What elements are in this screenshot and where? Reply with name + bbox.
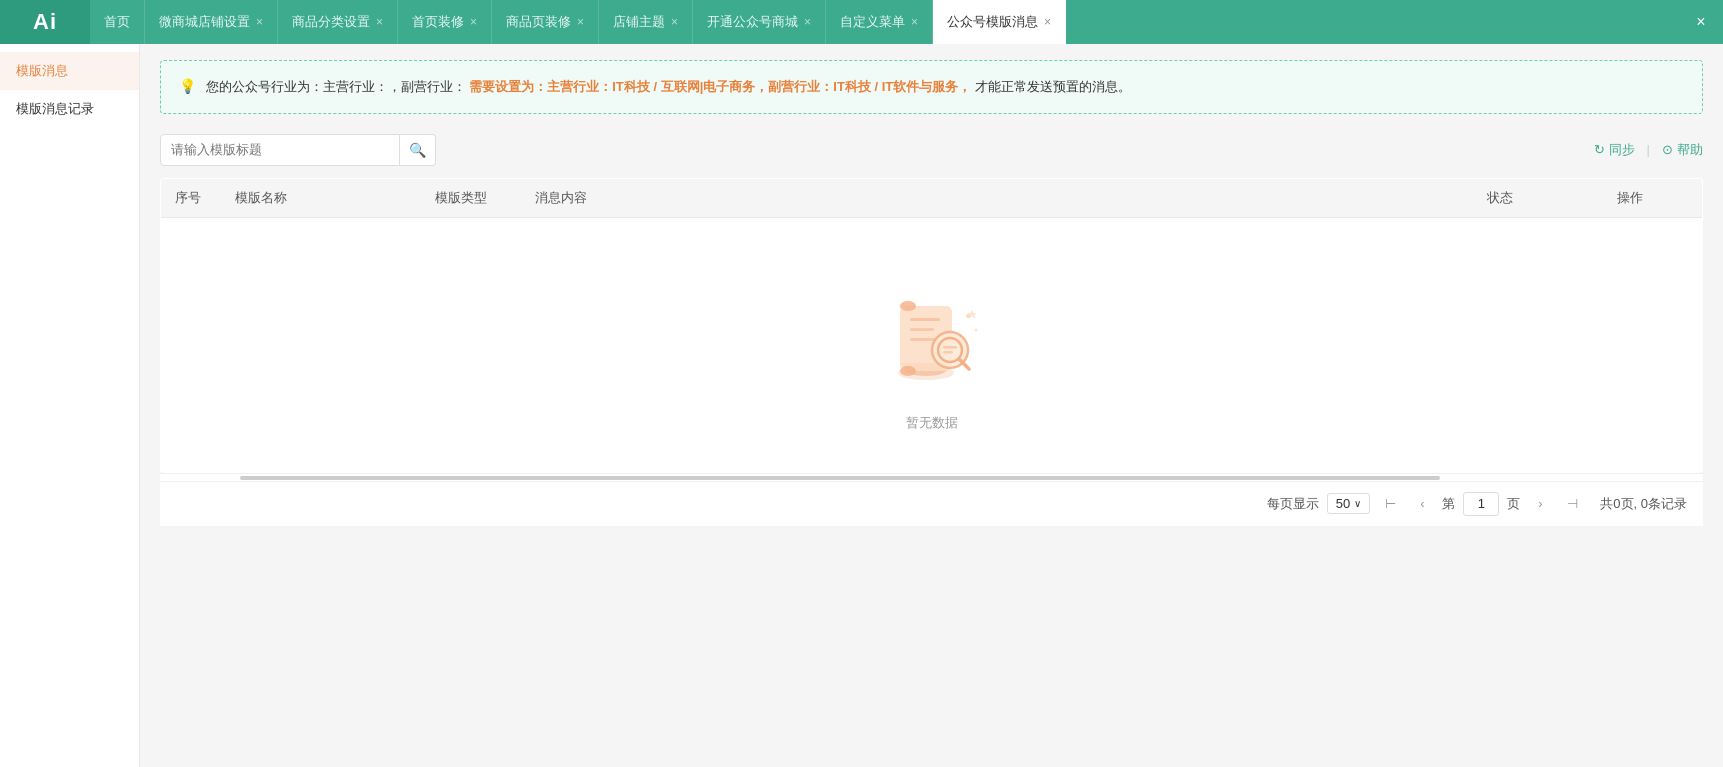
svg-rect-6 bbox=[910, 338, 936, 341]
table-header-row: 序号模版名称模版类型消息内容状态操作 bbox=[161, 178, 1703, 217]
sidebar-item-template-record[interactable]: 模版消息记录 bbox=[0, 90, 139, 128]
tab-close-open-mall[interactable]: × bbox=[804, 15, 811, 29]
search-button[interactable]: 🔍 bbox=[400, 134, 436, 166]
tab-close-micro-shop[interactable]: × bbox=[256, 15, 263, 29]
svg-rect-11 bbox=[943, 351, 953, 354]
next-page-button[interactable]: › bbox=[1528, 492, 1552, 516]
page-size-label: 每页显示 bbox=[1267, 495, 1319, 513]
empty-state: 暂无数据 bbox=[161, 218, 1702, 472]
last-page-button[interactable]: ⊣ bbox=[1560, 492, 1584, 516]
tab-open-mall[interactable]: 开通公众号商城× bbox=[693, 0, 826, 44]
page-di-label: 第 bbox=[1442, 495, 1455, 513]
first-page-button[interactable]: ⊢ bbox=[1378, 492, 1402, 516]
table-empty-row: 暂无数据 bbox=[161, 217, 1703, 472]
tab-close-product-decoration[interactable]: × bbox=[577, 15, 584, 29]
table-body: 暂无数据 bbox=[161, 217, 1703, 472]
table-col-index: 序号 bbox=[161, 178, 221, 217]
page-size-select[interactable]: 50 ∨ bbox=[1327, 493, 1370, 514]
notice-text-prefix: 您的公众号行业为：主营行业：，副营行业： bbox=[206, 79, 466, 94]
data-table: 序号模版名称模版类型消息内容状态操作 bbox=[160, 178, 1703, 473]
tab-product-decoration[interactable]: 商品页装修× bbox=[492, 0, 599, 44]
sync-icon: ↻ bbox=[1594, 142, 1605, 157]
search-icon: 🔍 bbox=[409, 142, 426, 158]
sidebar: 模版消息模版消息记录 bbox=[0, 44, 140, 767]
table-col-type: 模版类型 bbox=[421, 178, 521, 217]
svg-rect-10 bbox=[943, 346, 957, 349]
svg-point-2 bbox=[900, 301, 916, 311]
tab-custom-menu[interactable]: 自定义菜单× bbox=[826, 0, 933, 44]
app-logo: Ai bbox=[0, 0, 90, 44]
table-col-name: 模版名称 bbox=[221, 178, 421, 217]
content-area: 💡 您的公众号行业为：主营行业：，副营行业： 需要设置为：主营行业：IT科技 /… bbox=[140, 44, 1723, 767]
empty-text: 暂无数据 bbox=[906, 414, 958, 432]
tab-template-message[interactable]: 公众号模版消息× bbox=[933, 0, 1066, 44]
main-layout: 模版消息模版消息记录 💡 您的公众号行业为：主营行业：，副营行业： 需要设置为：… bbox=[0, 44, 1723, 767]
page-size-value: 50 bbox=[1336, 496, 1350, 511]
divider: | bbox=[1647, 142, 1650, 157]
search-bar: 🔍 ↻ 同步 | ⊙ 帮助 bbox=[160, 134, 1703, 166]
tab-close-template-message[interactable]: × bbox=[1044, 15, 1051, 29]
help-icon: ⊙ bbox=[1662, 142, 1673, 157]
svg-rect-5 bbox=[910, 328, 934, 331]
table-col-action: 操作 bbox=[1603, 178, 1703, 217]
notice-text-suffix: 才能正常发送预置的消息。 bbox=[975, 79, 1131, 94]
svg-rect-4 bbox=[910, 318, 940, 321]
prev-page-button[interactable]: ‹ bbox=[1410, 492, 1434, 516]
tab-home-decoration[interactable]: 首页装修× bbox=[398, 0, 492, 44]
svg-point-13 bbox=[974, 328, 977, 331]
scrollbar-thumb[interactable] bbox=[240, 476, 1440, 480]
sidebar-item-template-msg[interactable]: 模版消息 bbox=[0, 52, 139, 90]
tab-close-shop-theme[interactable]: × bbox=[671, 15, 678, 29]
tab-product-category[interactable]: 商品分类设置× bbox=[278, 0, 398, 44]
notice-text-highlight: 需要设置为：主营行业：IT科技 / 互联网|电子商务，副营行业：IT科技 / I… bbox=[469, 79, 971, 94]
notice-box: 💡 您的公众号行业为：主营行业：，副营行业： 需要设置为：主营行业：IT科技 /… bbox=[160, 60, 1703, 114]
tab-close-custom-menu[interactable]: × bbox=[911, 15, 918, 29]
tab-home[interactable]: 首页 bbox=[90, 0, 145, 44]
table-col-content: 消息内容 bbox=[521, 178, 1473, 217]
table-col-status: 状态 bbox=[1473, 178, 1603, 217]
search-input[interactable] bbox=[160, 134, 400, 166]
empty-state-illustration bbox=[872, 278, 992, 398]
help-button[interactable]: ⊙ 帮助 bbox=[1662, 141, 1703, 159]
tab-close-home-decoration[interactable]: × bbox=[470, 15, 477, 29]
notice-icon: 💡 bbox=[179, 78, 196, 94]
horizontal-scrollbar[interactable] bbox=[160, 473, 1703, 481]
tab-micro-shop[interactable]: 微商城店铺设置× bbox=[145, 0, 278, 44]
total-info: 共0页, 0条记录 bbox=[1600, 495, 1687, 513]
search-right: ↻ 同步 | ⊙ 帮助 bbox=[1594, 141, 1703, 159]
chevron-down-icon: ∨ bbox=[1354, 498, 1361, 509]
top-nav-bar: Ai 首页微商城店铺设置×商品分类设置×首页装修×商品页装修×店铺主题×开通公众… bbox=[0, 0, 1723, 44]
page-number-input[interactable] bbox=[1463, 492, 1499, 516]
tab-shop-theme[interactable]: 店铺主题× bbox=[599, 0, 693, 44]
svg-point-3 bbox=[900, 366, 916, 376]
tab-list: 首页微商城店铺设置×商品分类设置×首页装修×商品页装修×店铺主题×开通公众号商城… bbox=[90, 0, 1679, 44]
sync-button[interactable]: ↻ 同步 bbox=[1594, 141, 1635, 159]
pagination-bar: 每页显示 50 ∨ ⊢ ‹ 第 页 › ⊣ 共0页, 0条记录 bbox=[160, 481, 1703, 526]
global-close-button[interactable]: × bbox=[1679, 0, 1723, 44]
tab-close-product-category[interactable]: × bbox=[376, 15, 383, 29]
search-left: 🔍 bbox=[160, 134, 436, 166]
page-unit-label: 页 bbox=[1507, 495, 1520, 513]
table-header: 序号模版名称模版类型消息内容状态操作 bbox=[161, 178, 1703, 217]
